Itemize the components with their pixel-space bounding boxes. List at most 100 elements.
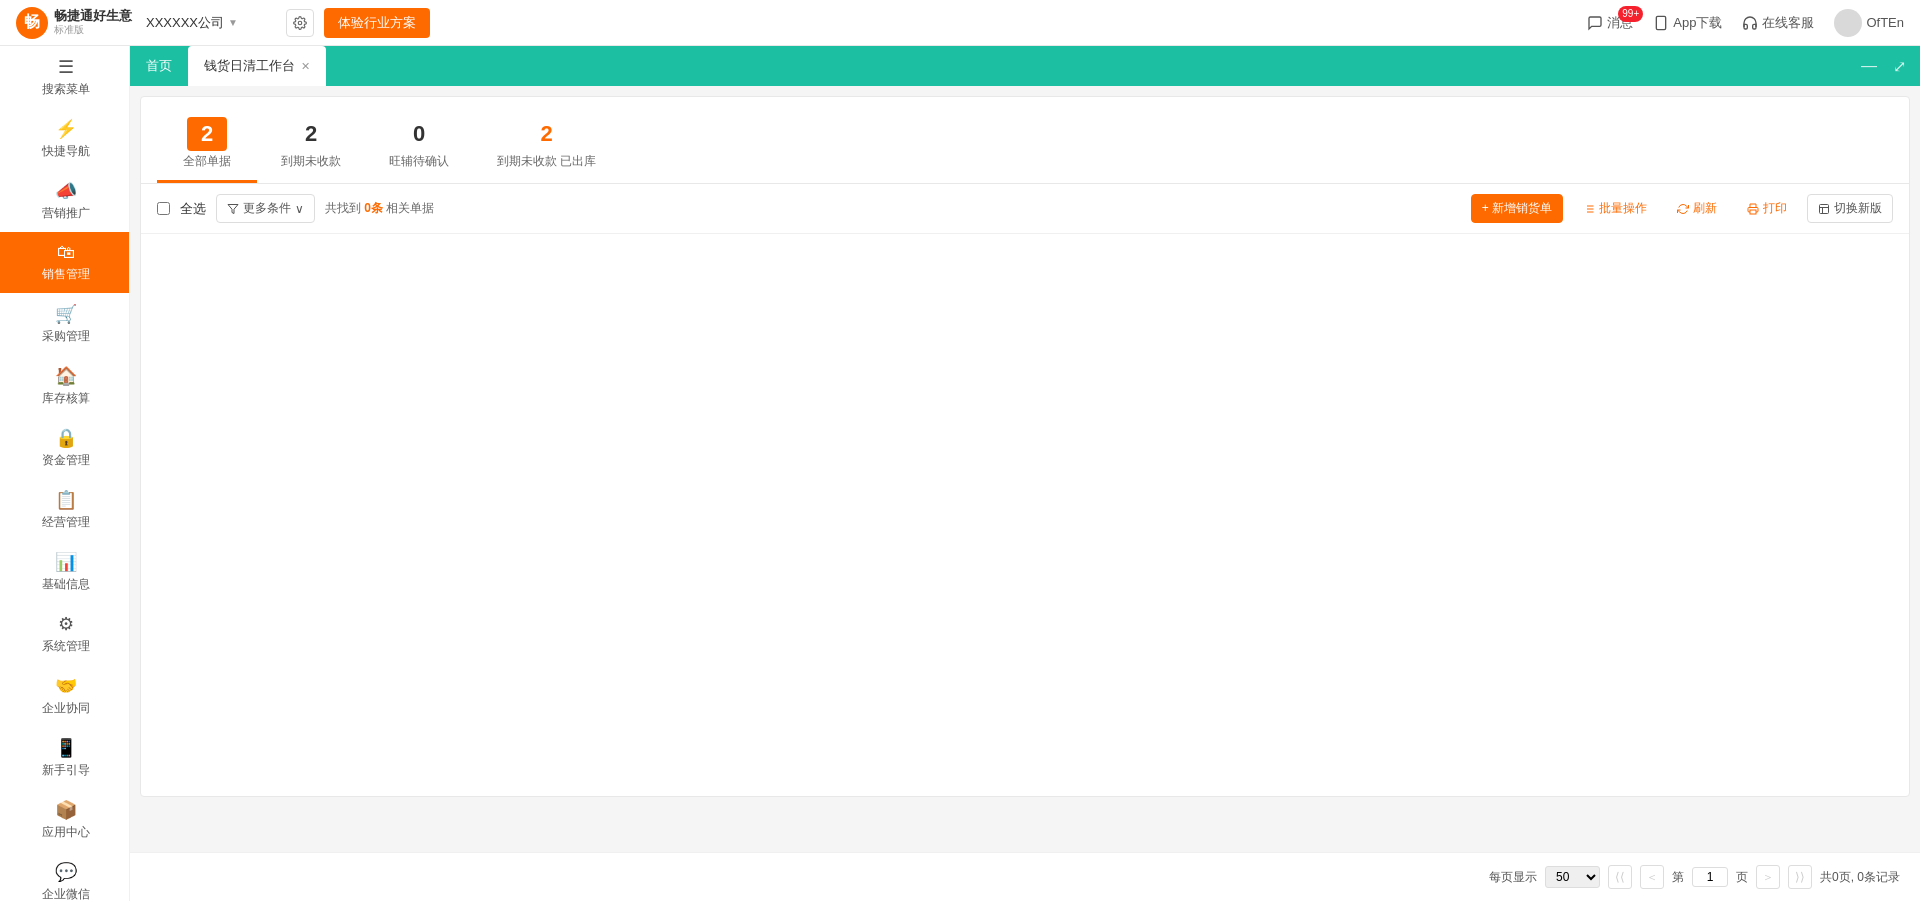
logo-subtitle: 标准版 (54, 23, 132, 37)
sidebar-label-basic-info: 基础信息 (42, 576, 90, 593)
per-page-select[interactable]: 50 100 200 (1545, 866, 1600, 888)
refresh-label: 刷新 (1693, 200, 1717, 217)
purchase-icon: 🛒 (55, 303, 77, 325)
stat-count-overdue: 2 (291, 117, 331, 151)
page-next-button[interactable]: ＞ (1756, 865, 1780, 889)
batch-operation-button[interactable]: 批量操作 (1573, 195, 1657, 222)
sidebar-item-system[interactable]: ⚙ 系统管理 (0, 603, 129, 665)
company-selector[interactable]: XXXXXX公司 ▼ (146, 14, 286, 32)
tabs-bar: 首页 钱货日清工作台 ✕ — ⤢ (130, 46, 1920, 86)
sidebar-label-marketing: 营销推广 (42, 205, 90, 222)
app-download-button[interactable]: App下载 (1653, 14, 1722, 32)
sidebar-item-finance[interactable]: 🔒 资金管理 (0, 417, 129, 479)
select-all-checkbox[interactable] (157, 202, 170, 215)
message-button[interactable]: 消息 99+ (1587, 14, 1633, 32)
wechat-icon: 💬 (55, 861, 77, 883)
svg-rect-10 (1750, 210, 1756, 214)
switch-version-button[interactable]: 切换新版 (1807, 194, 1893, 223)
online-service-button[interactable]: 在线客服 (1742, 14, 1814, 32)
sidebar-label-finance: 资金管理 (42, 452, 90, 469)
stat-tab-wangwang[interactable]: 0 旺辅待确认 (365, 109, 473, 183)
stat-count-all: 2 (187, 117, 227, 151)
stat-tab-overdue-out[interactable]: 2 到期未收款 已出库 (473, 109, 620, 183)
sidebar-item-sales[interactable]: 🛍 销售管理 (0, 232, 129, 293)
toolbar: 全选 更多条件 ∨ 共找到 0条 相关单据 (141, 184, 1909, 234)
sidebar-label-purchase: 采购管理 (42, 328, 90, 345)
filter-button[interactable]: 更多条件 ∨ (216, 194, 315, 223)
sidebar-label-quick-nav: 快捷导航 (42, 143, 90, 160)
sidebar-label-inventory: 库存核算 (42, 390, 90, 407)
sidebar-item-inventory[interactable]: 🏠 库存核算 (0, 355, 129, 417)
basic-info-icon: 📊 (55, 551, 77, 573)
stat-label-wangwang: 旺辅待确认 (389, 153, 449, 170)
total-info: 共0页, 0条记录 (1820, 869, 1900, 886)
tab-maximize-icon[interactable]: ⤢ (1889, 57, 1910, 76)
sidebar-label-cooperation: 企业协同 (42, 700, 90, 717)
tab-minimize-icon[interactable]: — (1857, 57, 1881, 75)
avatar-image (1834, 9, 1862, 37)
filter-arrow-icon: ∨ (295, 202, 304, 216)
content-inner: 2 全部单据 2 到期未收款 0 旺辅待确认 2 到期未收款 已出库 (140, 96, 1910, 797)
sales-icon: 🛍 (57, 242, 75, 263)
user-avatar[interactable]: OfTEn (1834, 9, 1904, 37)
batch-operation-label: 批量操作 (1599, 200, 1647, 217)
marketing-icon: 📣 (55, 180, 77, 202)
inventory-icon: 🏠 (55, 365, 77, 387)
system-icon: ⚙ (58, 613, 74, 635)
refresh-button[interactable]: 刷新 (1667, 195, 1727, 222)
found-text: 共找到 0条 相关单据 (325, 200, 434, 217)
sidebar-item-search-menu[interactable]: ☰ 搜索菜单 (0, 46, 129, 108)
stat-label-all: 全部单据 (183, 153, 231, 170)
tab-home[interactable]: 首页 (130, 46, 188, 86)
found-count: 0条 (364, 201, 383, 215)
company-name: XXXXXX公司 (146, 14, 224, 32)
experience-button[interactable]: 体验行业方案 (324, 8, 430, 38)
sidebar-item-wechat[interactable]: 💬 企业微信 (0, 851, 129, 901)
company-dropdown-icon: ▼ (228, 17, 238, 28)
logo-text: 畅捷通好生意 标准版 (54, 8, 132, 38)
settings-button[interactable] (286, 9, 314, 37)
sidebar-label-operation: 经营管理 (42, 514, 90, 531)
app-download-label: App下载 (1673, 14, 1722, 32)
tabs-bar-right: — ⤢ (1857, 57, 1920, 76)
found-suffix: 相关单据 (386, 201, 434, 215)
add-sales-button[interactable]: + 新增销货单 (1471, 194, 1563, 223)
filter-label: 更多条件 (243, 200, 291, 217)
sidebar-label-system: 系统管理 (42, 638, 90, 655)
sidebar-item-marketing[interactable]: 📣 营销推广 (0, 170, 129, 232)
sidebar-item-guide[interactable]: 📱 新手引导 (0, 727, 129, 789)
online-service-label: 在线客服 (1762, 14, 1814, 32)
svg-rect-11 (1820, 204, 1829, 213)
stat-tab-overdue[interactable]: 2 到期未收款 (257, 109, 365, 183)
stat-tab-all[interactable]: 2 全部单据 (157, 109, 257, 183)
page-last-button[interactable]: ⟩⟩ (1788, 865, 1812, 889)
page-input[interactable] (1692, 867, 1728, 887)
tab-close-icon[interactable]: ✕ (301, 60, 310, 73)
stat-count-wangwang: 0 (399, 117, 439, 151)
cooperation-icon: 🤝 (55, 675, 77, 697)
sidebar-item-basic-info[interactable]: 📊 基础信息 (0, 541, 129, 603)
toolbar-left: 全选 更多条件 ∨ 共找到 0条 相关单据 (157, 194, 1461, 223)
app-center-icon: 📦 (55, 799, 77, 821)
page-first-button[interactable]: ⟨⟨ (1608, 865, 1632, 889)
per-page-label: 每页显示 (1489, 869, 1537, 886)
sidebar-item-purchase[interactable]: 🛒 采购管理 (0, 293, 129, 355)
sidebar-item-operation[interactable]: 📋 经营管理 (0, 479, 129, 541)
topbar-right: 消息 99+ App下载 在线客服 OfTEn (1587, 9, 1904, 37)
sidebar: ☰ 搜索菜单 ⚡ 快捷导航 📣 营销推广 🛍 销售管理 🛒 采购管理 🏠 库存核… (0, 46, 130, 901)
page-prev-button[interactable]: ＜ (1640, 865, 1664, 889)
tab-workbench[interactable]: 钱货日清工作台 ✕ (188, 46, 326, 86)
stat-label-overdue-out: 到期未收款 已出库 (497, 153, 596, 170)
svg-point-0 (298, 21, 302, 25)
sidebar-item-app-center[interactable]: 📦 应用中心 (0, 789, 129, 851)
sidebar-item-cooperation[interactable]: 🤝 企业协同 (0, 665, 129, 727)
finance-icon: 🔒 (55, 427, 77, 449)
sidebar-label-guide: 新手引导 (42, 762, 90, 779)
sidebar-label-search-menu: 搜索菜单 (42, 81, 90, 98)
logo-icon: 畅 (16, 7, 48, 39)
svg-rect-1 (1657, 16, 1666, 29)
message-badge: 99+ (1618, 6, 1643, 22)
print-button[interactable]: 打印 (1737, 195, 1797, 222)
sidebar-item-quick-nav[interactable]: ⚡ 快捷导航 (0, 108, 129, 170)
toolbar-right: + 新增销货单 批量操作 (1471, 194, 1893, 223)
